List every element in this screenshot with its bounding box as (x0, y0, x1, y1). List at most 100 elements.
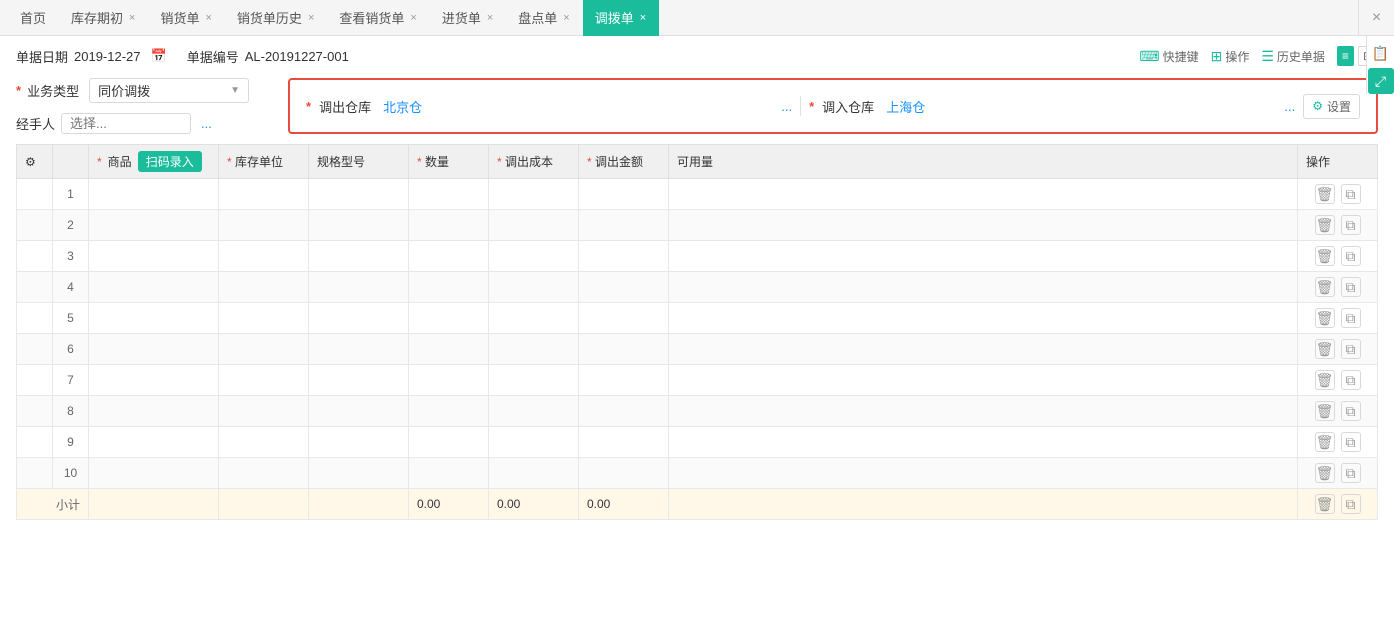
avail-cell[interactable] (669, 303, 1298, 334)
avail-cell[interactable] (669, 334, 1298, 365)
product-cell[interactable] (89, 179, 219, 210)
unit-cell[interactable] (219, 210, 309, 241)
copy-row-btn[interactable]: ⧉ (1341, 184, 1361, 204)
avail-cell[interactable] (669, 458, 1298, 489)
business-type-select[interactable]: 同价调拨 ▼ (89, 78, 249, 103)
list-view-button[interactable]: ≡ (1337, 46, 1354, 66)
out-warehouse-more-btn[interactable]: ... (781, 99, 792, 114)
delete-row-btn[interactable]: 🗑 (1315, 215, 1335, 235)
amount-cell[interactable] (579, 396, 669, 427)
scan-button[interactable]: 扫码录入 (138, 151, 202, 172)
tab-purchase[interactable]: 进货单 × (430, 0, 506, 36)
sidebar-note-icon[interactable]: 📋 (1368, 40, 1394, 66)
product-cell[interactable] (89, 458, 219, 489)
cost-cell[interactable] (489, 334, 579, 365)
spec-cell[interactable] (309, 179, 409, 210)
delete-row-btn[interactable]: 🗑 (1315, 494, 1335, 514)
qty-cell[interactable] (409, 427, 489, 458)
avail-cell[interactable] (669, 365, 1298, 396)
amount-cell[interactable] (579, 241, 669, 272)
delete-row-btn[interactable]: 🗑 (1315, 370, 1335, 390)
tab-sales-order[interactable]: 销货单 × (148, 0, 224, 36)
delete-row-btn[interactable]: 🗑 (1315, 339, 1335, 359)
copy-row-btn[interactable]: ⧉ (1341, 370, 1361, 390)
amount-cell[interactable] (579, 179, 669, 210)
qty-cell[interactable] (409, 179, 489, 210)
cost-cell[interactable] (489, 272, 579, 303)
delete-row-btn[interactable]: 🗑 (1315, 432, 1335, 452)
product-cell[interactable] (89, 241, 219, 272)
qty-cell[interactable] (409, 241, 489, 272)
cost-cell[interactable] (489, 210, 579, 241)
cost-cell[interactable] (489, 303, 579, 334)
qty-cell[interactable] (409, 458, 489, 489)
copy-row-btn[interactable]: ⧉ (1341, 277, 1361, 297)
spec-cell[interactable] (309, 303, 409, 334)
date-value[interactable]: 2019-12-27 (74, 49, 141, 64)
avail-cell[interactable] (669, 210, 1298, 241)
tab-transfer[interactable]: 调拨单 × (583, 0, 659, 36)
qty-cell[interactable] (409, 365, 489, 396)
tab-stocktake[interactable]: 盘点单 × (506, 0, 582, 36)
cost-cell[interactable] (489, 396, 579, 427)
copy-row-btn[interactable]: ⧉ (1341, 246, 1361, 266)
shortcut-button[interactable]: ⌨ 快捷键 (1139, 48, 1198, 65)
avail-cell[interactable] (669, 396, 1298, 427)
copy-row-btn[interactable]: ⧉ (1341, 401, 1361, 421)
product-cell[interactable] (89, 396, 219, 427)
tab-sales-history[interactable]: 销货单历史 × (225, 0, 327, 36)
spec-cell[interactable] (309, 458, 409, 489)
delete-row-btn[interactable]: 🗑 (1315, 463, 1335, 483)
cost-cell[interactable] (489, 241, 579, 272)
in-warehouse-more-btn[interactable]: ... (1284, 99, 1295, 114)
copy-row-btn[interactable]: ⧉ (1341, 339, 1361, 359)
tab-view-sales[interactable]: 查看销货单 × (327, 0, 429, 36)
out-warehouse-value[interactable]: 北京仓 (383, 97, 422, 116)
close-icon[interactable]: × (410, 12, 416, 24)
delete-row-btn[interactable]: 🗑 (1315, 308, 1335, 328)
product-cell[interactable] (89, 303, 219, 334)
tab-home[interactable]: 首页 (8, 0, 59, 36)
delete-row-btn[interactable]: 🗑 (1315, 246, 1335, 266)
spec-cell[interactable] (309, 241, 409, 272)
amount-cell[interactable] (579, 210, 669, 241)
qty-cell[interactable] (409, 272, 489, 303)
avail-cell[interactable] (669, 241, 1298, 272)
close-all-tabs-button[interactable]: × (1358, 0, 1394, 36)
delete-row-btn[interactable]: 🗑 (1315, 277, 1335, 297)
unit-cell[interactable] (219, 334, 309, 365)
product-cell[interactable] (89, 272, 219, 303)
unit-cell[interactable] (219, 272, 309, 303)
delete-row-btn[interactable]: 🗑 (1315, 184, 1335, 204)
cost-cell[interactable] (489, 365, 579, 396)
qty-cell[interactable] (409, 334, 489, 365)
cost-cell[interactable] (489, 427, 579, 458)
copy-row-btn[interactable]: ⧉ (1341, 215, 1361, 235)
qty-cell[interactable] (409, 396, 489, 427)
unit-cell[interactable] (219, 427, 309, 458)
product-cell[interactable] (89, 427, 219, 458)
amount-cell[interactable] (579, 427, 669, 458)
operation-button[interactable]: ⊞ 操作 (1211, 48, 1250, 65)
qty-cell[interactable] (409, 210, 489, 241)
amount-cell[interactable] (579, 272, 669, 303)
cost-cell[interactable] (489, 458, 579, 489)
spec-cell[interactable] (309, 272, 409, 303)
spec-cell[interactable] (309, 210, 409, 241)
in-warehouse-value[interactable]: 上海仓 (886, 97, 925, 116)
spec-cell[interactable] (309, 365, 409, 396)
unit-cell[interactable] (219, 365, 309, 396)
sidebar-expand-icon[interactable]: ⤢ (1368, 68, 1394, 94)
unit-cell[interactable] (219, 241, 309, 272)
copy-row-btn[interactable]: ⧉ (1341, 308, 1361, 328)
spec-cell[interactable] (309, 396, 409, 427)
amount-cell[interactable] (579, 303, 669, 334)
close-icon[interactable]: × (487, 12, 493, 24)
close-icon[interactable]: × (563, 12, 569, 24)
setting-button[interactable]: ⚙ 设置 (1303, 94, 1360, 119)
qty-cell[interactable] (409, 303, 489, 334)
avail-cell[interactable] (669, 272, 1298, 303)
history-button[interactable]: ☰ 历史单据 (1261, 48, 1325, 65)
close-icon[interactable]: × (205, 12, 211, 24)
close-icon[interactable]: × (308, 12, 314, 24)
